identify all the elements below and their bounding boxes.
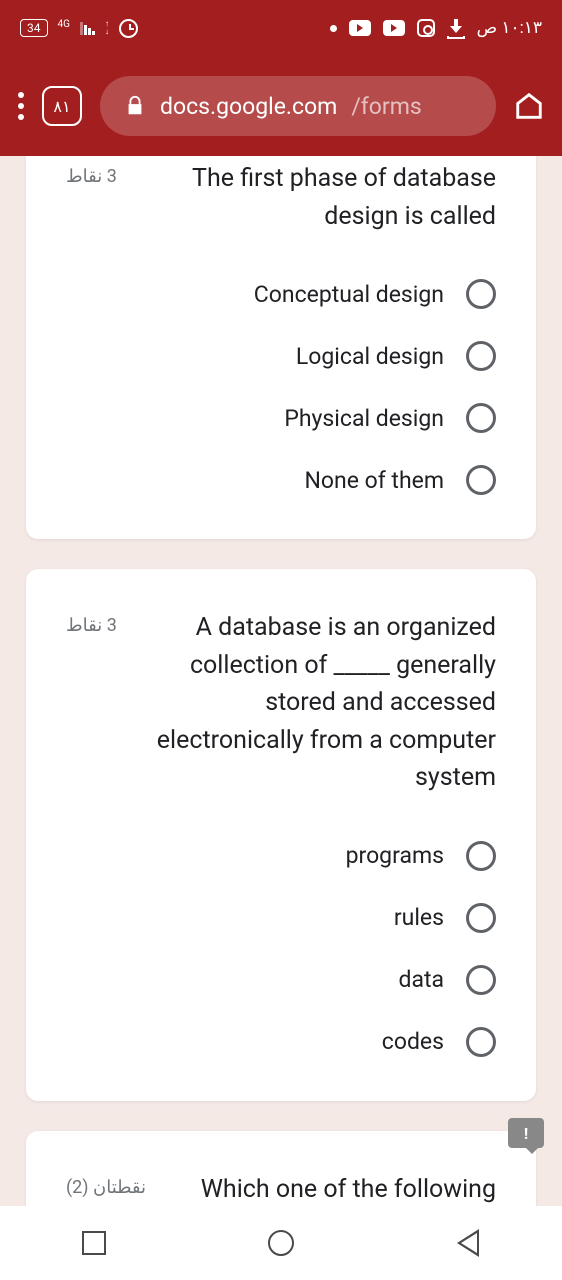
system-nav-bar: [0, 1206, 562, 1280]
radio-option[interactable]: programs: [66, 841, 496, 871]
radio-icon: [466, 403, 496, 433]
radio-icon: [466, 903, 496, 933]
radio-option[interactable]: rules: [66, 903, 496, 933]
nav-recents[interactable]: [34, 1231, 154, 1255]
question-text: A database is an organized collection of…: [147, 609, 496, 797]
tab-switcher[interactable]: ٨١: [42, 86, 82, 126]
question-text: Which one of the following is: [176, 1171, 496, 1207]
radio-icon: [466, 965, 496, 995]
url-bar[interactable]: docs.google.com/forms: [100, 76, 496, 136]
radio-option[interactable]: None of them: [66, 465, 496, 495]
radio-icon: [466, 465, 496, 495]
page-content: The first phase of database design is ca…: [0, 156, 562, 1206]
option-label: programs: [346, 842, 444, 869]
question-points: 3 نقاط: [66, 609, 117, 636]
signal-icon: [80, 21, 95, 35]
question-card: A database is an organized collection of…: [26, 569, 536, 1101]
battery-indicator: 34: [20, 19, 48, 37]
question-card: The first phase of database design is ca…: [26, 156, 536, 539]
option-label: None of them: [304, 467, 444, 494]
status-right: ↑↓ 4G 34: [20, 19, 138, 38]
option-label: Logical design: [296, 343, 444, 370]
instagram-icon: [417, 19, 435, 37]
question-header: The first phase of database design is ca…: [66, 156, 496, 235]
question-points: 3 نقاط: [66, 160, 117, 187]
dot-icon: [330, 25, 337, 32]
radio-option[interactable]: Logical design: [66, 341, 496, 371]
radio-icon: [466, 279, 496, 309]
tab-count-value: ٨١: [53, 97, 70, 116]
download-icon: [447, 19, 465, 37]
radio-icon: [466, 341, 496, 371]
network-type: 4G: [58, 19, 70, 30]
options-list: Conceptual design Logical design Physica…: [66, 279, 496, 495]
youtube-icon: [383, 20, 405, 36]
alarm-icon: [119, 19, 138, 38]
home-icon[interactable]: [514, 91, 544, 121]
option-label: codes: [382, 1028, 444, 1055]
data-transfer-icon: ↑↓: [105, 20, 109, 36]
status-bar: ١٠:١٣ ص ↑↓ 4G 34: [0, 0, 562, 56]
radio-option[interactable]: Conceptual design: [66, 279, 496, 309]
report-icon[interactable]: [508, 1118, 544, 1148]
option-label: data: [398, 966, 444, 993]
nav-back[interactable]: [408, 1229, 528, 1257]
menu-icon[interactable]: [18, 92, 24, 120]
option-label: Conceptual design: [254, 281, 444, 308]
url-domain: docs.google.com: [160, 93, 337, 120]
browser-toolbar: docs.google.com/forms ٨١: [0, 56, 562, 156]
question-text: The first phase of database design is ca…: [147, 160, 496, 235]
question-points: نقطتان (2): [66, 1171, 146, 1198]
radio-option[interactable]: codes: [66, 1027, 496, 1057]
radio-option[interactable]: data: [66, 965, 496, 995]
question-header: A database is an organized collection of…: [66, 605, 496, 797]
url-path: /forms: [351, 93, 421, 120]
radio-option[interactable]: Physical design: [66, 403, 496, 433]
options-list: programs rules data codes: [66, 841, 496, 1057]
radio-icon: [466, 841, 496, 871]
nav-home[interactable]: [221, 1230, 341, 1256]
clock-text: ١٠:١٣ ص: [477, 18, 542, 38]
question-card: Which one of the following is نقطتان (2): [26, 1131, 536, 1207]
lock-icon: [124, 95, 146, 117]
option-label: Physical design: [284, 405, 444, 432]
option-label: rules: [394, 904, 444, 931]
status-left: ١٠:١٣ ص: [330, 18, 542, 38]
youtube-icon: [349, 20, 371, 36]
question-header: Which one of the following is نقطتان (2): [66, 1167, 496, 1207]
radio-icon: [466, 1027, 496, 1057]
